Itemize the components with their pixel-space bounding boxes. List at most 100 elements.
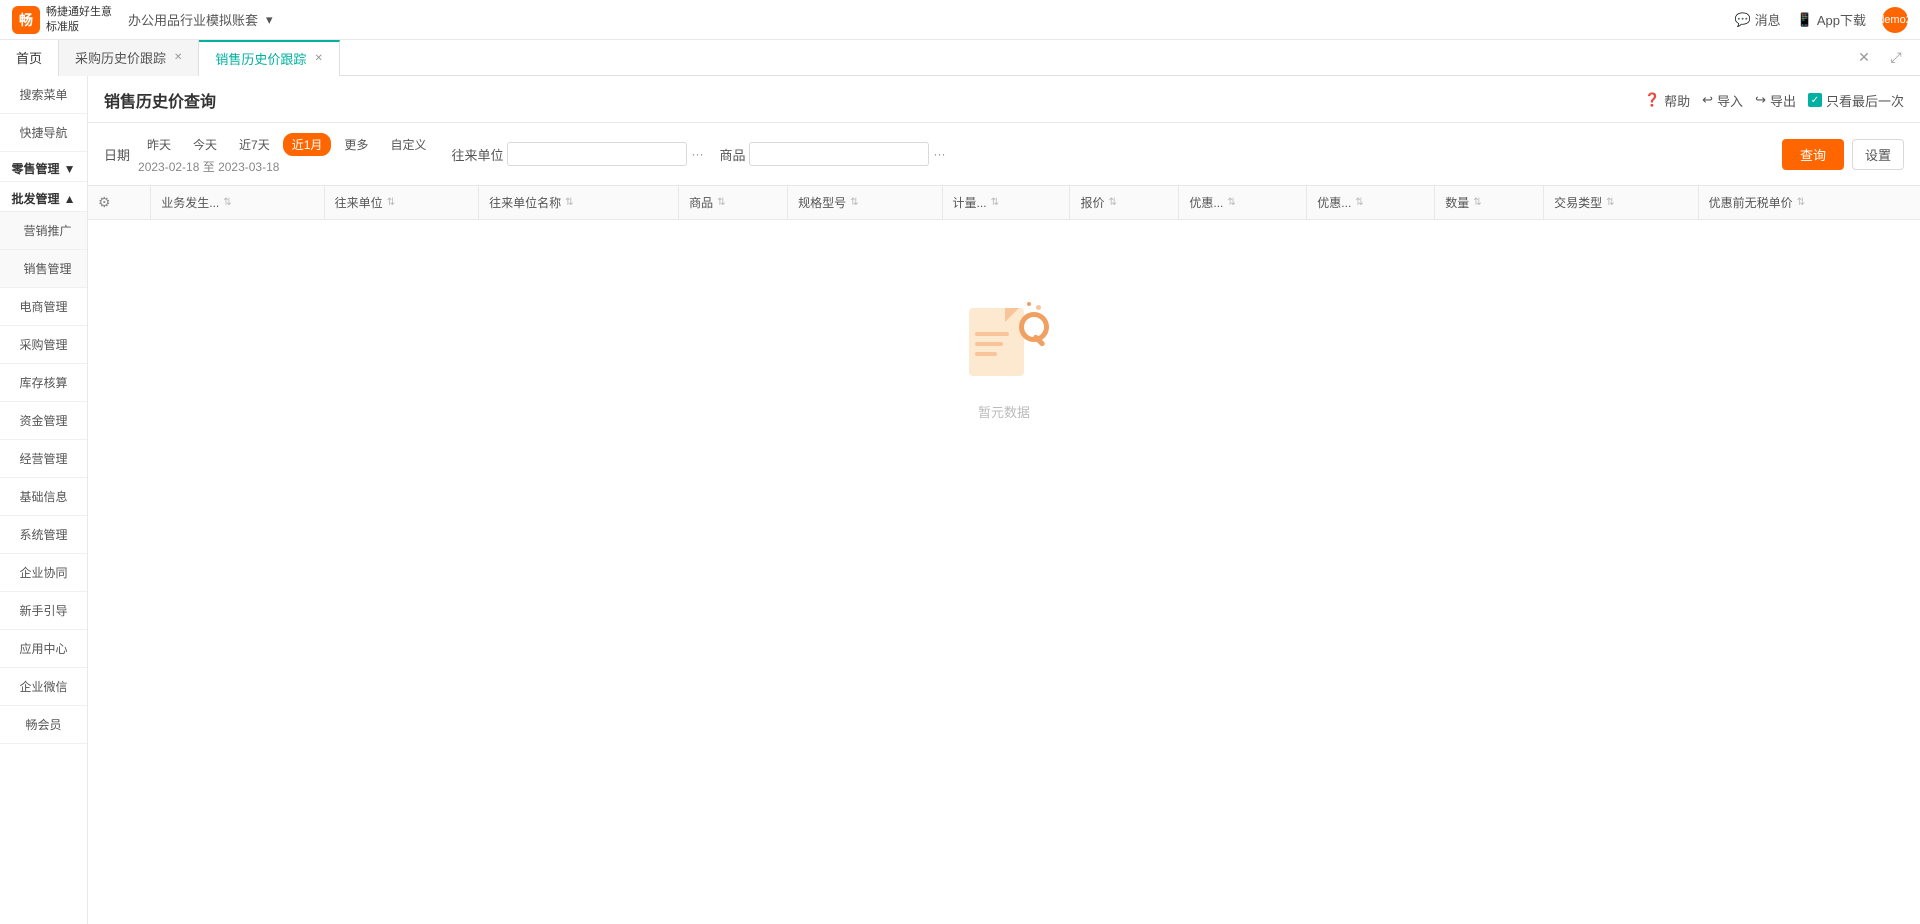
logo-icon: 畅	[12, 6, 40, 34]
sort-icon-counterpart-name[interactable]: ⇅	[565, 197, 573, 208]
sidebar-item-finance[interactable]: 资金管理	[0, 402, 87, 440]
counterpart-dots-button[interactable]: ···	[691, 147, 703, 161]
product-label: 商品	[719, 145, 745, 164]
empty-text: 暂元数据	[978, 402, 1030, 421]
message-button[interactable]: 💬 消息	[1734, 10, 1780, 29]
th-counterpart-name: 往来单位名称 ⇅	[479, 186, 679, 220]
sidebar-item-wechat[interactable]: 企业微信	[0, 668, 87, 706]
data-table: ⚙ 业务发生... ⇅ 往来单位 ⇅	[88, 186, 1920, 220]
sort-icon-biz-date[interactable]: ⇅	[223, 197, 231, 208]
date-btn-more[interactable]: 更多	[335, 133, 377, 156]
chevron-down-icon: ▼	[64, 162, 76, 176]
topbar: 畅 畅捷通好生意 标准版 办公用品行业模拟账套 ▾ 💬 消息 📱 App下载 d…	[0, 0, 1920, 40]
tab-sales-history[interactable]: 销售历史价跟踪 ✕	[199, 40, 339, 76]
export-icon: ↪	[1755, 92, 1766, 108]
table-wrapper: ⚙ 业务发生... ⇅ 往来单位 ⇅	[88, 186, 1920, 924]
page-title: 销售历史价查询	[104, 88, 216, 122]
date-btn-yesterday[interactable]: 昨天	[138, 133, 180, 156]
tabbar-right: ✕ ⤢	[1852, 46, 1920, 70]
sidebar-item-marketing[interactable]: 营销推广	[0, 212, 87, 250]
sort-icon-pretax-price[interactable]: ⇅	[1797, 197, 1805, 208]
filter-bar: 日期 昨天 今天 近7天 近1月 更多 自定义 2023-02-18 至 202…	[88, 123, 1920, 186]
page-header: 销售历史价查询 ❓ 帮助 ↩ 导入 ↪ 导出 ✓ 只看最后一次	[88, 76, 1920, 123]
counterpart-label: 往来单位	[451, 145, 503, 164]
sidebar-item-sys-mgmt[interactable]: 系统管理	[0, 516, 87, 554]
topbar-right: 💬 消息 📱 App下载 demo2	[1734, 7, 1908, 33]
sidebar-item-inventory[interactable]: 库存核算	[0, 364, 87, 402]
tab-purchase-history-close[interactable]: ✕	[174, 52, 182, 63]
dot1	[1036, 305, 1041, 310]
import-icon: ↩	[1702, 92, 1713, 108]
sidebar-item-member[interactable]: 畅会员	[0, 706, 87, 744]
sidebar-item-search-menu[interactable]: 搜索菜单	[0, 76, 87, 114]
user-avatar-button[interactable]: demo2	[1882, 7, 1908, 33]
sort-icon-discount1[interactable]: ⇅	[1227, 197, 1235, 208]
product-input[interactable]	[749, 142, 929, 166]
date-btn-custom[interactable]: 自定义	[381, 133, 435, 156]
app-icon: 📱	[1797, 12, 1813, 28]
app-download-button[interactable]: 📱 App下载	[1797, 10, 1866, 29]
help-button[interactable]: ❓ 帮助	[1644, 91, 1690, 110]
window-close-button[interactable]: ✕	[1852, 46, 1876, 70]
query-button[interactable]: 查询	[1782, 139, 1844, 170]
th-pretax-price: 优惠前无税单价 ⇅	[1698, 186, 1920, 220]
sort-icon-unit[interactable]: ⇅	[991, 197, 999, 208]
sidebar-item-app-center[interactable]: 应用中心	[0, 630, 87, 668]
export-button[interactable]: ↪ 导出	[1755, 91, 1796, 110]
sort-icon-quantity[interactable]: ⇅	[1473, 197, 1481, 208]
import-button[interactable]: ↩ 导入	[1702, 91, 1743, 110]
date-btn-1month[interactable]: 近1月	[283, 133, 332, 156]
topbar-dropdown-icon[interactable]: ▾	[266, 12, 273, 28]
date-btn-7days[interactable]: 近7天	[230, 133, 279, 156]
sidebar-item-retail-mgmt[interactable]: 零售管理 ▼	[0, 152, 87, 182]
date-filter-group: 日期 昨天 今天 近7天 近1月 更多 自定义 2023-02-18 至 202…	[104, 133, 435, 175]
sidebar-item-purchase-mgmt[interactable]: 采购管理	[0, 326, 87, 364]
sidebar-item-wholesale-mgmt[interactable]: 批发管理 ▲	[0, 182, 87, 212]
sidebar-item-operations[interactable]: 经营管理	[0, 440, 87, 478]
tab-purchase-history[interactable]: 采购历史价跟踪 ✕	[59, 40, 199, 76]
sort-icon-quote[interactable]: ⇅	[1108, 197, 1116, 208]
date-range-display: 2023-02-18 至 2023-03-18	[138, 158, 435, 175]
chevron-up-icon: ▲	[64, 192, 76, 206]
only-last-checkbox[interactable]: ✓ 只看最后一次	[1808, 91, 1904, 110]
th-product: 商品 ⇅	[679, 186, 788, 220]
tab-home[interactable]: 首页	[0, 40, 59, 76]
date-buttons: 昨天 今天 近7天 近1月 更多 自定义	[138, 133, 435, 156]
th-discount2: 优惠... ⇅	[1307, 186, 1435, 220]
table-header-row: ⚙ 业务发生... ⇅ 往来单位 ⇅	[88, 186, 1920, 220]
sort-icon-discount2[interactable]: ⇅	[1355, 197, 1363, 208]
tabbar: 首页 采购历史价跟踪 ✕ 销售历史价跟踪 ✕ ✕ ⤢	[0, 40, 1920, 76]
th-trade-type: 交易类型 ⇅	[1544, 186, 1698, 220]
sort-icon-trade-type[interactable]: ⇅	[1606, 197, 1614, 208]
sidebar-item-sales-mgmt[interactable]: 销售管理	[0, 250, 87, 288]
tab-sales-history-close[interactable]: ✕	[314, 53, 322, 64]
product-dots-button[interactable]: ···	[933, 147, 945, 161]
logo-text: 畅捷通好生意 标准版	[46, 5, 112, 34]
empty-state: 暂元数据	[88, 220, 1920, 501]
sidebar-item-basic-info[interactable]: 基础信息	[0, 478, 87, 516]
message-icon: 💬	[1734, 12, 1750, 28]
sidebar-item-enterprise[interactable]: 企业协同	[0, 554, 87, 592]
sort-icon-product[interactable]: ⇅	[717, 197, 725, 208]
date-btn-today[interactable]: 今天	[184, 133, 226, 156]
settings-button[interactable]: 设置	[1852, 139, 1904, 170]
table-header: ⚙ 业务发生... ⇅ 往来单位 ⇅	[88, 186, 1920, 220]
date-filter-label: 日期	[104, 145, 130, 164]
sort-icon-counterpart-code[interactable]: ⇅	[387, 197, 395, 208]
doc-line2	[975, 342, 1003, 346]
window-restore-button[interactable]: ⤢	[1884, 46, 1908, 70]
sidebar-item-quick-nav[interactable]: 快捷导航	[0, 114, 87, 152]
sidebar-item-newbie[interactable]: 新手引导	[0, 592, 87, 630]
sidebar-item-ecommerce[interactable]: 电商管理	[0, 288, 87, 326]
doc-fold	[1005, 308, 1019, 322]
product-filter-group: 商品 ···	[719, 142, 945, 166]
th-spec: 规格型号 ⇅	[788, 186, 942, 220]
sidebar: 搜索菜单 快捷导航 零售管理 ▼ 批发管理 ▲ 营销推广 销售管理 电商管理 采…	[0, 76, 88, 924]
gear-icon[interactable]: ⚙	[98, 194, 111, 210]
counterpart-input[interactable]	[507, 142, 687, 166]
sort-icon-spec[interactable]: ⇅	[850, 197, 858, 208]
th-discount1: 优惠... ⇅	[1179, 186, 1307, 220]
th-biz-date: 业务发生... ⇅	[151, 186, 324, 220]
filter-actions: 查询 设置	[1782, 139, 1904, 170]
main-layout: 搜索菜单 快捷导航 零售管理 ▼ 批发管理 ▲ 营销推广 销售管理 电商管理 采…	[0, 76, 1920, 924]
